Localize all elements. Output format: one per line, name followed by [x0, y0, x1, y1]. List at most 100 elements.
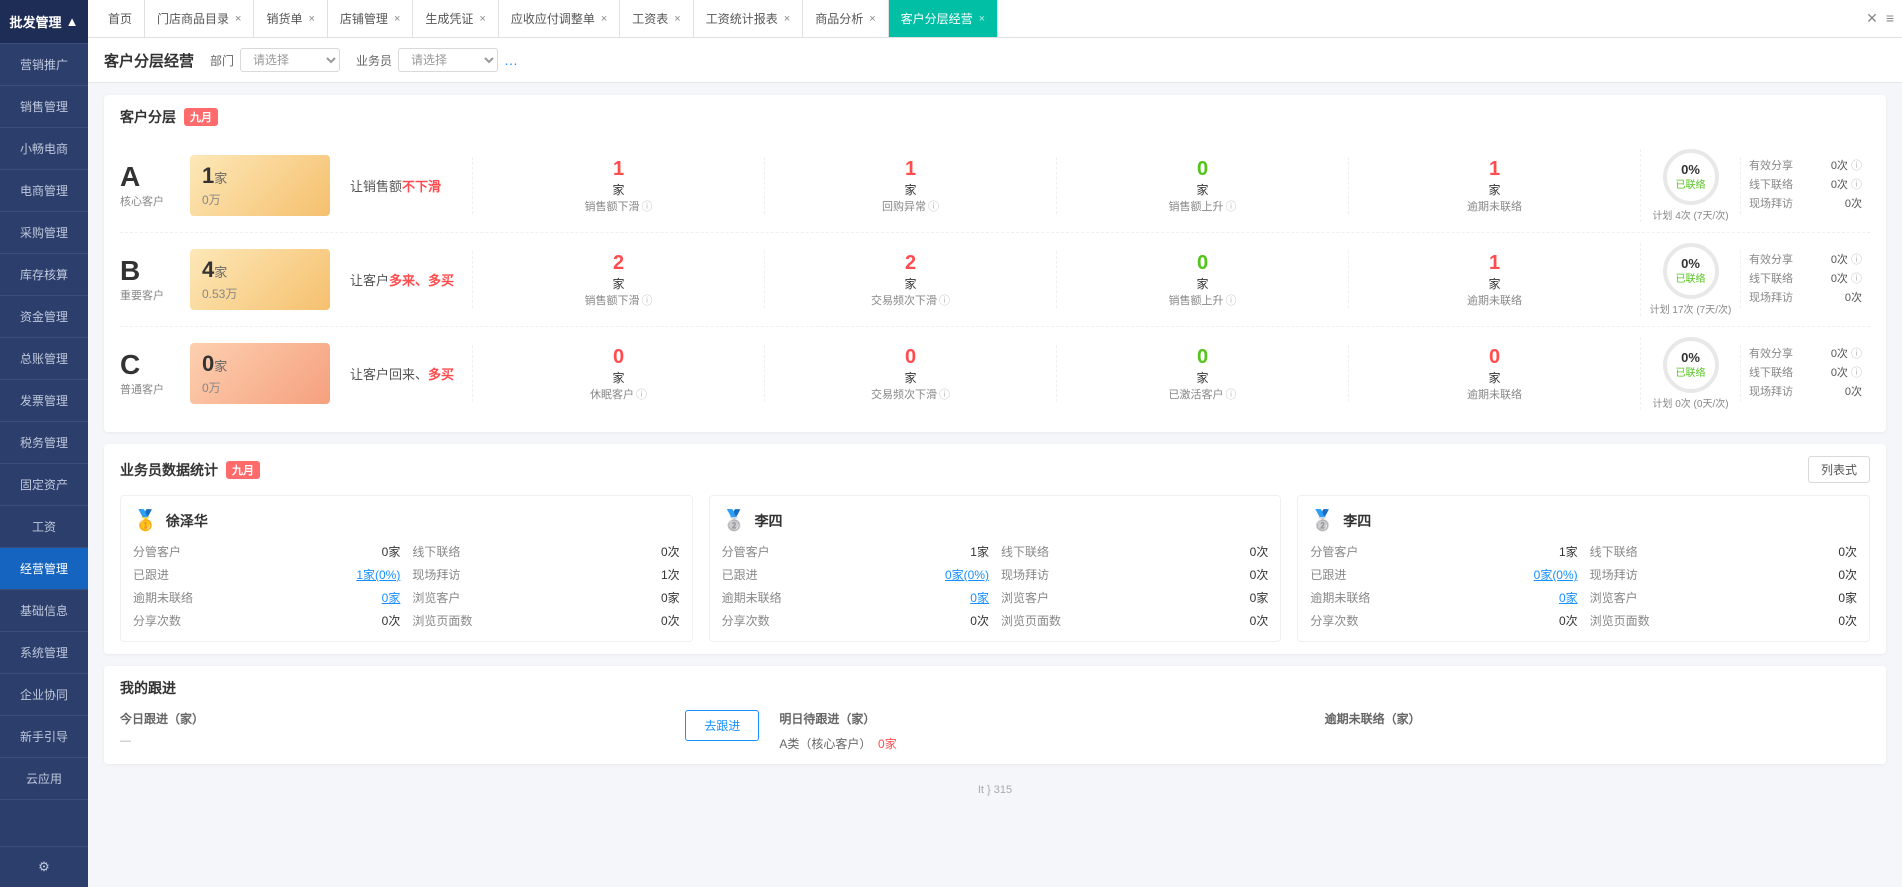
overdue-follow-title: 逾期未联络（家） [1325, 710, 1870, 727]
tier-mini-C: 有效分享0次 ⓘ 线下联络0次 ⓘ 现场拜访0次 [1740, 345, 1870, 402]
sidebar-item-库存核算[interactable]: 库存核算 [0, 254, 88, 296]
tab-close-icon[interactable]: × [979, 13, 985, 25]
staff-filter: 业务员 请选择 … [356, 48, 518, 72]
sidebar-item-销售管理[interactable]: 销售管理 [0, 86, 88, 128]
tab-应收应付调整单[interactable]: 应收应付调整单× [499, 0, 620, 37]
staff-stat-item: 已跟进 0家(0%) [1310, 566, 1577, 583]
staff-stats-grid-1: 分管客户 1家 线下联络 0次 已跟进 0家(0%) 现场拜访 0次 逾期未联络… [722, 543, 1269, 629]
tab-店铺管理[interactable]: 店铺管理× [328, 0, 413, 37]
staff-card-1: 🥈 李四 分管客户 1家 线下联络 0次 已跟进 0家(0%) 现场拜访 0次 … [709, 495, 1282, 642]
list-view-button[interactable]: 列表式 [1808, 456, 1870, 483]
tab-门店商品目录[interactable]: 门店商品目录× [145, 0, 254, 37]
staff-stats-grid-2: 分管客户 1家 线下联络 0次 已跟进 0家(0%) 现场拜访 0次 逾期未联络… [1310, 543, 1857, 629]
tab-close-icon[interactable]: × [784, 13, 790, 25]
tier-row-A: A 核心客户 1家 0万 让销售额不下滑 1 家 销售额下滑 ⓘ 1 家 回购异… [120, 139, 1870, 233]
staff-stats-section: 业务员数据统计 九月 列表式 🥇 徐泽华 分管客户 0家 线下联络 0次 已跟进… [104, 444, 1886, 654]
dept-filter: 部门 请选择 [210, 48, 340, 72]
tier-stat4-A: 1 家 逾期未联络 [1348, 157, 1640, 214]
main-content: 首页门店商品目录×销货单×店铺管理×生成凭证×应收应付调整单×工资表×工资统计报… [88, 0, 1902, 887]
staff-grid: 🥇 徐泽华 分管客户 0家 线下联络 0次 已跟进 1家(0%) 现场拜访 1次… [120, 495, 1870, 642]
staff-stat-item: 线下联络 0次 [1590, 543, 1857, 560]
staff-stat-item: 已跟进 0家(0%) [722, 566, 989, 583]
sidebar-item-营销推广[interactable]: 营销推广 [0, 44, 88, 86]
tab-首页[interactable]: 首页 [96, 0, 145, 37]
sidebar-item-资金管理[interactable]: 资金管理 [0, 296, 88, 338]
staff-card-header-2: 🥈 李四 [1310, 508, 1857, 533]
sidebar-item-固定资产[interactable]: 固定资产 [0, 464, 88, 506]
sidebar-item-经营管理[interactable]: 经营管理 [0, 548, 88, 590]
dept-select[interactable]: 请选择 [240, 48, 340, 72]
staff-stat-item: 现场拜访 1次 [412, 566, 679, 583]
staff-name-2: 李四 [1343, 511, 1371, 531]
tab-close-icon[interactable]: × [394, 13, 400, 25]
staff-stat-item: 浏览客户 0家 [412, 589, 679, 606]
tier-stat4-C: 0 家 逾期未联络 [1348, 345, 1640, 402]
sidebar-item-小畅电商[interactable]: 小畅电商 [0, 128, 88, 170]
staff-name-0: 徐泽华 [166, 511, 208, 531]
tier-row-C: C 普通客户 0家 0万 让客户回来、多买 0 家 休眠客户 ⓘ 0 家 交易频… [120, 327, 1870, 420]
filter-more-icon[interactable]: … [504, 52, 518, 68]
tier-stat3-C: 0 家 已激活客户 ⓘ [1056, 345, 1348, 402]
sidebar-item-新手引导[interactable]: 新手引导 [0, 716, 88, 758]
tab-close-icon[interactable]: × [235, 13, 241, 25]
tab-close-icon[interactable]: × [308, 13, 314, 25]
staff-stat-item: 分管客户 1家 [1310, 543, 1577, 560]
sidebar-item-系统管理[interactable]: 系统管理 [0, 632, 88, 674]
tab-bar: 首页门店商品目录×销货单×店铺管理×生成凭证×应收应付调整单×工资表×工资统计报… [88, 0, 1902, 38]
staff-stat-item: 分享次数 0次 [133, 612, 400, 629]
tab-close-icon[interactable]: × [479, 13, 485, 25]
tab-销货单[interactable]: 销货单× [254, 0, 327, 37]
follow-grid: 今日跟进（家） — 去跟进 明日待跟进（家） A类（核心客户） 0家 逾期未联络… [120, 710, 1870, 752]
sidebar-expand-icon: ▲ [66, 14, 79, 29]
tier-circle-C: 0% 已联络 计划 0次 (0天/次) [1640, 337, 1740, 410]
staff-stat-item: 浏览页面数 0次 [1001, 612, 1268, 629]
tier-circle-B: 0% 已联络 计划 17次 (7天/次) [1640, 243, 1740, 316]
stats-title: 业务员数据统计 九月 [120, 460, 260, 480]
tomorrow-follow-title: 明日待跟进（家） [779, 710, 1324, 727]
sidebar-item-税务管理[interactable]: 税务管理 [0, 422, 88, 464]
sidebar-item-采购管理[interactable]: 采购管理 [0, 212, 88, 254]
tomorrow-content: A类（核心客户） 0家 [779, 735, 1324, 752]
sidebar-item-电商管理[interactable]: 电商管理 [0, 170, 88, 212]
sidebar-item-工资[interactable]: 工资 [0, 506, 88, 548]
customer-tier-title: 客户分层 九月 [120, 107, 1870, 127]
customer-tier-section: 客户分层 九月 A 核心客户 1家 0万 让销售额不下滑 1 家 销售额下滑 ⓘ… [104, 95, 1886, 432]
tab-close-icon[interactable]: × [869, 13, 875, 25]
tier-stat2-A: 1 家 回购异常 ⓘ [764, 157, 1056, 214]
staff-stat-item: 线下联络 0次 [1001, 543, 1268, 560]
page-title: 客户分层经营 [104, 50, 194, 71]
tab-close-all-icon[interactable]: ✕ [1866, 10, 1878, 27]
staff-stat-item: 浏览页面数 0次 [1590, 612, 1857, 629]
tab-close-icon[interactable]: × [674, 13, 680, 25]
tier-action-B: 让客户多来、多买 [342, 270, 472, 289]
tier-stat1-A: 1 家 销售额下滑 ⓘ [472, 157, 764, 214]
bottom-status: It } 315 [88, 776, 1902, 804]
sidebar-item-企业协同[interactable]: 企业协同 [0, 674, 88, 716]
stats-month-badge: 九月 [226, 461, 260, 479]
medal-icon-2: 🥈 [1310, 508, 1335, 533]
sidebar-item-基础信息[interactable]: 基础信息 [0, 590, 88, 632]
tier-label-C: C 普通客户 [120, 351, 190, 397]
staff-label: 业务员 [356, 52, 392, 69]
sidebar-footer-settings[interactable]: ⚙ [0, 846, 88, 887]
tab-menu-icon[interactable]: ≡ [1886, 10, 1894, 27]
staff-select[interactable]: 请选择 [398, 48, 498, 72]
tab-close-icon[interactable]: × [601, 13, 607, 25]
goto-follow-button[interactable]: 去跟进 [685, 710, 759, 741]
sidebar-header[interactable]: 批发管理 ▲ [0, 0, 88, 44]
tab-生成凭证[interactable]: 生成凭证× [413, 0, 498, 37]
sidebar-item-发票管理[interactable]: 发票管理 [0, 380, 88, 422]
staff-stats-grid-0: 分管客户 0家 线下联络 0次 已跟进 1家(0%) 现场拜访 1次 逾期未联络… [133, 543, 680, 629]
tier-row-B: B 重要客户 4家 0.53万 让客户多来、多买 2 家 销售额下滑 ⓘ 2 家… [120, 233, 1870, 327]
sidebar-item-总账管理[interactable]: 总账管理 [0, 338, 88, 380]
tab-客户分层经营[interactable]: 客户分层经营× [889, 0, 998, 37]
sidebar-item-云应用[interactable]: 云应用 [0, 758, 88, 800]
staff-stat-item: 逾期未联络 0家 [1310, 589, 1577, 606]
staff-stat-item: 分享次数 0次 [722, 612, 989, 629]
tab-工资表[interactable]: 工资表× [620, 0, 693, 37]
staff-stat-item: 分享次数 0次 [1310, 612, 1577, 629]
tab-商品分析[interactable]: 商品分析× [803, 0, 888, 37]
tomorrow-follow-col: 明日待跟进（家） A类（核心客户） 0家 [779, 710, 1324, 752]
today-follow-content: — [120, 735, 665, 747]
tab-工资统计报表[interactable]: 工资统计报表× [694, 0, 803, 37]
